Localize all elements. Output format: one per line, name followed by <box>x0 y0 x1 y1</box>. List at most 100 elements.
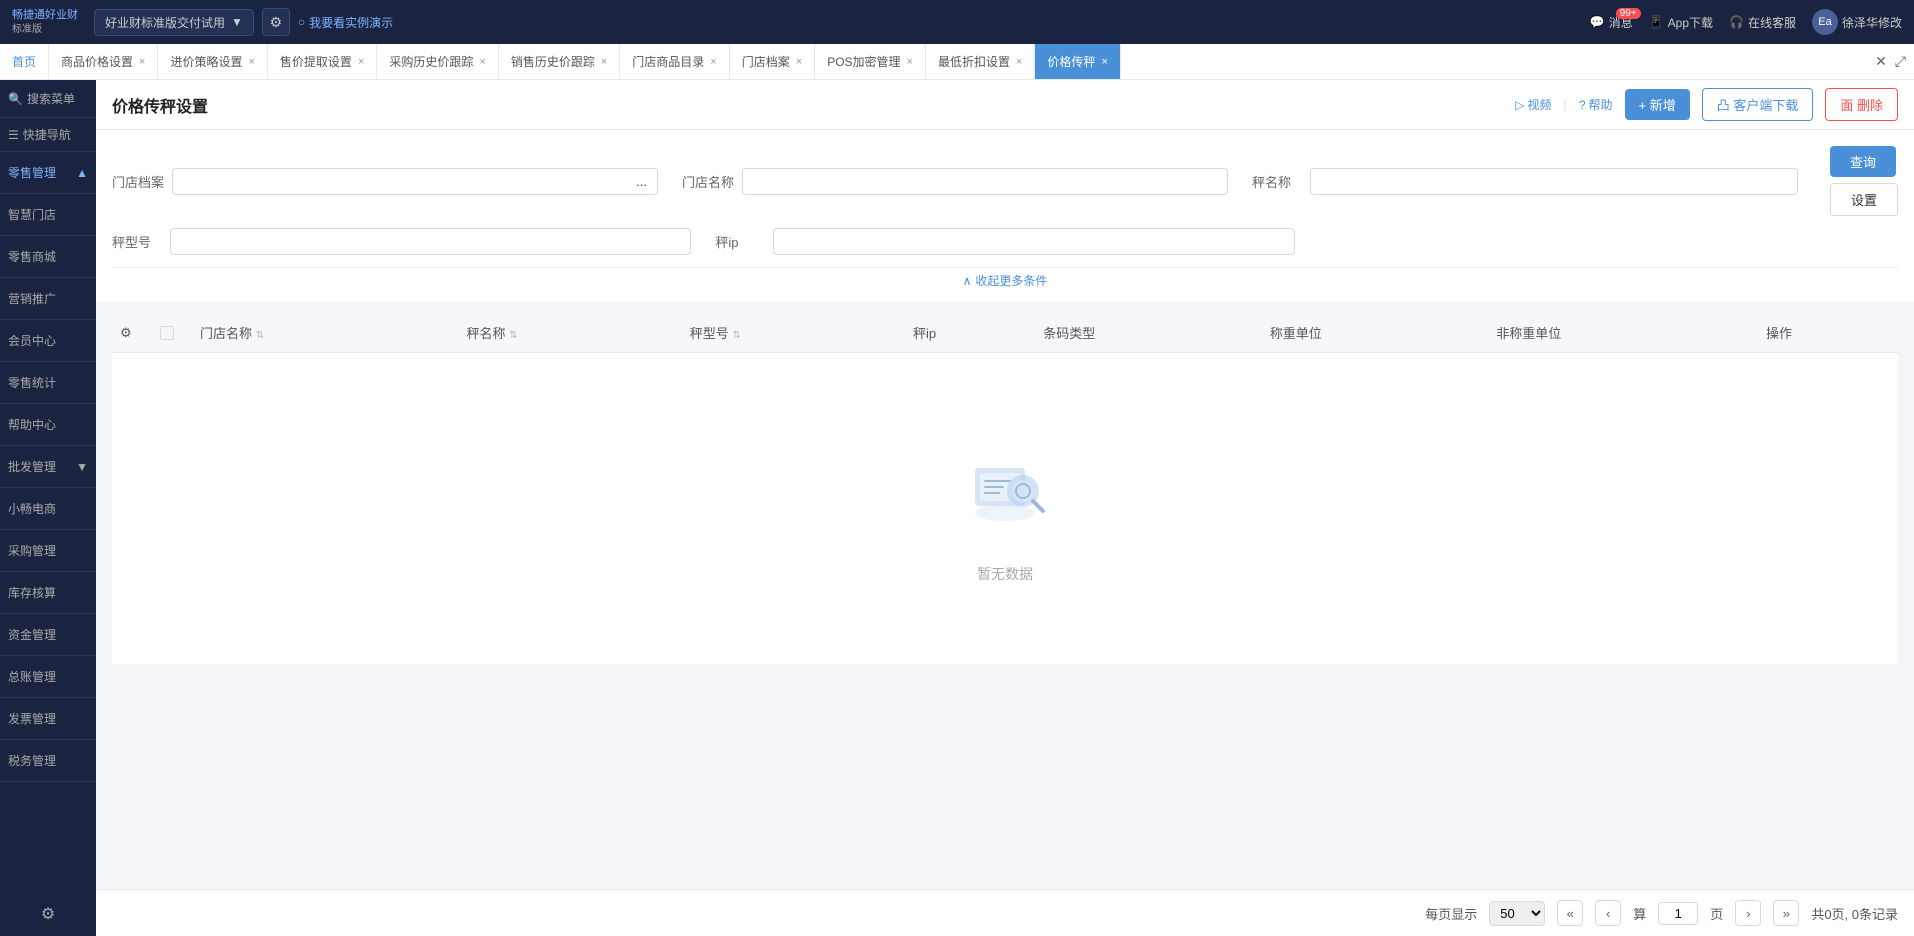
th-store-name[interactable]: 门店名称 ⇅ <box>192 313 459 353</box>
env-selector[interactable]: 好业财标准版交付试用 ▼ <box>94 9 254 36</box>
tab-price-scale[interactable]: 价格传秤 × <box>1035 44 1120 79</box>
search-icon: 🔍 <box>8 92 23 106</box>
sidebar-item-marketing[interactable]: 营销推广 <box>0 278 96 320</box>
scale-name-input[interactable] <box>1310 168 1798 195</box>
close-icon[interactable]: × <box>796 56 802 68</box>
expand-tabs-button[interactable]: ⤢ <box>1895 53 1906 70</box>
filter-scale-model: 秤型号 <box>112 228 691 255</box>
tab-discount-settings[interactable]: 最低折扣设置 × <box>926 44 1035 79</box>
tab-purchase-history[interactable]: 采购历史价跟踪 × <box>377 44 498 79</box>
th-scale-model[interactable]: 秤型号 ⇅ <box>682 313 905 353</box>
sidebar-quick-nav[interactable]: ☰ 快捷导航 <box>0 118 96 152</box>
tab-price-settings[interactable]: 商品价格设置 × <box>49 44 158 79</box>
delete-button[interactable]: 面 删除 <box>1825 88 1898 121</box>
close-icon[interactable]: × <box>1016 56 1022 68</box>
query-button[interactable]: 查询 <box>1830 146 1896 177</box>
last-page-button[interactable]: » <box>1773 900 1799 926</box>
nav-tabs-end: ✕ ⤢ <box>1875 53 1914 70</box>
th-checkbox[interactable] <box>152 313 192 353</box>
tab-store-catalog[interactable]: 门店商品目录 × <box>620 44 729 79</box>
th-scale-name-label: 秤名称 <box>467 326 506 341</box>
close-icon[interactable]: × <box>1101 56 1107 68</box>
first-page-button[interactable]: « <box>1557 900 1583 926</box>
sidebar-item-retail-management[interactable]: 零售管理 ▲ <box>0 152 96 194</box>
content-area: 价格传秤设置 ▷ 视频 | ? 帮助 + 新增 凸 客户端下载 面 删除 <box>96 80 1914 936</box>
close-icon[interactable]: × <box>248 56 254 68</box>
set-button[interactable]: 设置 <box>1830 183 1898 216</box>
filter-row-1: 门店档案 ... 门店名称 秤名称 查询 设置 <box>112 146 1898 216</box>
page-label-before: 算 <box>1633 904 1646 923</box>
close-icon[interactable]: × <box>139 56 145 68</box>
help-link[interactable]: ? 帮助 <box>1579 96 1613 113</box>
per-page-label: 每页显示 <box>1425 904 1477 923</box>
scale-model-input[interactable] <box>170 228 691 255</box>
sidebar-item-invoice[interactable]: 发票管理 <box>0 698 96 740</box>
video-link[interactable]: ▷ 视频 <box>1515 96 1551 113</box>
empty-illustration <box>112 433 1898 552</box>
tab-sale-price[interactable]: 售价提取设置 × <box>268 44 377 79</box>
sidebar-item-wholesale[interactable]: 批发管理 ▼ <box>0 446 96 488</box>
demo-link[interactable]: ○ 我要看实例演示 <box>298 14 393 31</box>
sidebar-item-inventory[interactable]: 库存核算 <box>0 572 96 614</box>
env-gear-button[interactable]: ⚙ <box>262 8 290 36</box>
sidebar-item-purchase[interactable]: 采购管理 <box>0 530 96 572</box>
tab-store-archive[interactable]: 门店档案 × <box>730 44 815 79</box>
close-all-button[interactable]: ✕ <box>1875 53 1887 70</box>
message-icon: 💬 <box>1590 15 1605 29</box>
sidebar-item-tax[interactable]: 税务管理 <box>0 740 96 782</box>
scale-ip-input[interactable] <box>773 228 1294 255</box>
th-scale-name[interactable]: 秤名称 ⇅ <box>459 313 682 353</box>
sidebar-item-retail-stats[interactable]: 零售统计 <box>0 362 96 404</box>
close-icon[interactable]: × <box>710 56 716 68</box>
sidebar-item-ledger[interactable]: 总账管理 <box>0 656 96 698</box>
download-button[interactable]: 凸 客户端下载 <box>1702 88 1814 121</box>
tab-pos-management[interactable]: POS加密管理 × <box>815 44 926 79</box>
store-archive-input[interactable]: ... <box>172 168 658 195</box>
select-all-checkbox[interactable] <box>160 326 174 340</box>
app-download-button[interactable]: 📱 App下载 <box>1649 14 1713 31</box>
total-label: 共0页, 0条记录 <box>1811 904 1898 923</box>
sidebar-gear-button[interactable]: ⚙ <box>0 892 96 936</box>
collapse-button[interactable]: ∧ 收起更多条件 <box>112 267 1898 293</box>
sidebar-item-retail-mall[interactable]: 零售商城 <box>0 236 96 278</box>
th-weight-unit: 称重单位 <box>1262 313 1489 353</box>
sort-icon: ⇅ <box>256 330 264 341</box>
tab-home[interactable]: 首页 <box>0 44 49 79</box>
page-size-select[interactable]: 50 10 20 100 <box>1489 901 1545 926</box>
chevron-up-icon: ∧ <box>963 274 972 288</box>
page-input[interactable] <box>1658 902 1698 925</box>
sidebar-item-member-center[interactable]: 会员中心 <box>0 320 96 362</box>
data-table: ⚙ 门店名称 ⇅ 秤名称 ⇅ 秤型号 <box>112 313 1898 664</box>
message-badge: 99+ <box>1616 8 1641 19</box>
th-barcode-type: 条码类型 <box>1035 313 1262 353</box>
prev-page-button[interactable]: ‹ <box>1595 900 1621 926</box>
sidebar-item-smart-store[interactable]: 智慧门店 <box>0 194 96 236</box>
tab-sale-history[interactable]: 销售历史价跟踪 × <box>499 44 620 79</box>
th-scale-model-label: 秤型号 <box>690 326 729 341</box>
sidebar-item-finance[interactable]: 资金管理 <box>0 614 96 656</box>
sort-icon: ⇅ <box>732 330 740 341</box>
avatar: Ea <box>1812 9 1838 35</box>
next-page-button[interactable]: › <box>1735 900 1761 926</box>
online-service-button[interactable]: 🎧 在线客服 <box>1729 14 1796 31</box>
message-button[interactable]: 💬 消息 99+ <box>1590 14 1633 31</box>
chevron-up-icon: ▲ <box>76 166 88 180</box>
sidebar-search[interactable]: 🔍 搜索菜单 <box>0 80 96 118</box>
close-icon[interactable]: × <box>358 56 364 68</box>
close-icon[interactable]: × <box>907 56 913 68</box>
store-name-input[interactable] <box>742 168 1228 195</box>
tab-purchase-strategy[interactable]: 进价策略设置 × <box>158 44 267 79</box>
filter-store-name: 门店名称 <box>682 168 1228 195</box>
close-icon[interactable]: × <box>479 56 485 68</box>
store-archive-label: 门店档案 <box>112 172 164 191</box>
close-icon[interactable]: × <box>601 56 607 68</box>
th-gear[interactable]: ⚙ <box>112 313 152 353</box>
sidebar-item-ecommerce[interactable]: 小畅电商 <box>0 488 96 530</box>
add-button[interactable]: + 新增 <box>1625 89 1690 120</box>
page-label-after: 页 <box>1710 904 1723 923</box>
sidebar-item-help-center[interactable]: 帮助中心 <box>0 404 96 446</box>
user-menu[interactable]: Ea 徐泽华修改 <box>1812 9 1902 35</box>
filter-scale-ip: 秤ip <box>715 228 1294 255</box>
query-buttons: 查询 设置 <box>1830 146 1898 216</box>
play-icon: ▷ <box>1515 98 1524 112</box>
